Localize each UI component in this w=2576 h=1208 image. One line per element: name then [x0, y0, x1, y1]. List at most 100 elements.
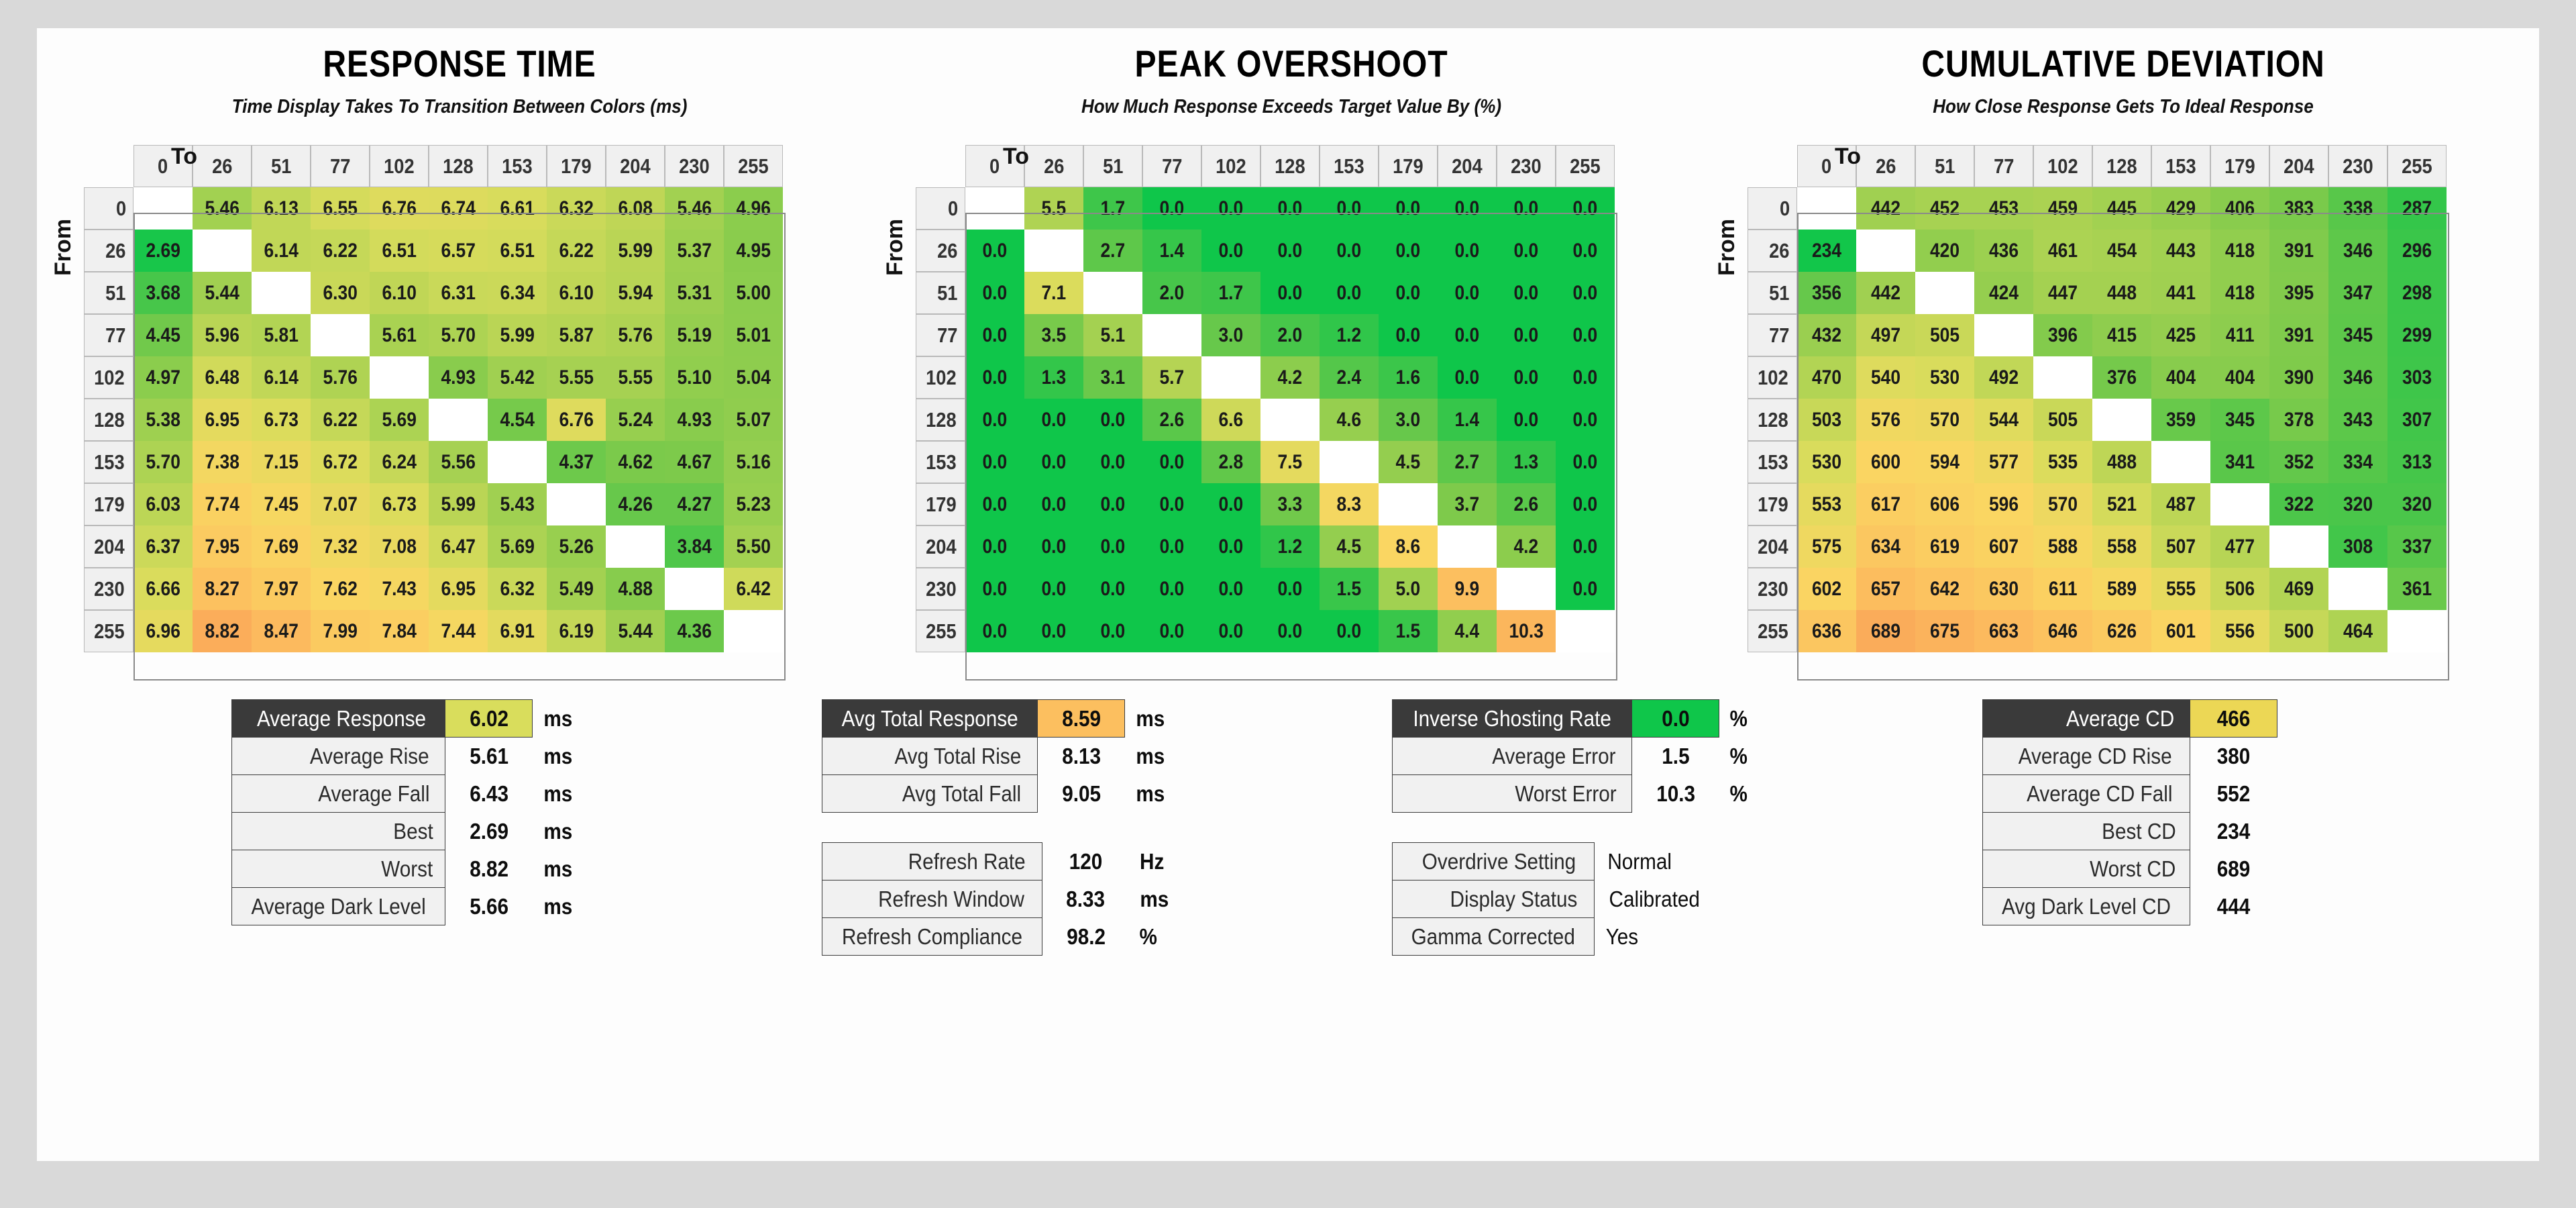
stat-table: Avg Total Response 8.59 ms Avg Total Rise 8.… — [821, 699, 1179, 813]
heatmap-peak-overshoot: To From 0 26 51 77 102 128 153 179 204 230 255 0 5.5… — [875, 144, 1707, 681]
heatmap-cell: 6.57 — [429, 230, 488, 272]
heatmap-col-header: 153 — [488, 145, 547, 187]
heatmap-cell: 607 — [1974, 525, 2033, 568]
heatmap-cell: 3.0 — [1201, 314, 1260, 356]
heatmap-cell: 7.15 — [252, 441, 311, 483]
heatmap-cell: 464 — [2328, 610, 2387, 652]
heatmap-cell: 415 — [2092, 314, 2151, 356]
heatmap-cell: 0.0 — [965, 399, 1024, 441]
panel-cumulative-deviation: CUMULATIVE DEVIATION How Close Response … — [1707, 28, 2539, 681]
heatmap-cell: 441 — [2151, 272, 2210, 314]
heatmap-cell: 345 — [2210, 399, 2269, 441]
heatmap-cell: 313 — [2387, 441, 2447, 483]
heatmap-cell: 6.73 — [252, 399, 311, 441]
stat-unit: ms — [543, 743, 573, 768]
heatmap-cell: 3.0 — [1379, 399, 1438, 441]
heatmap-cell: 0.0 — [965, 525, 1024, 568]
heatmap-cell: 3.68 — [133, 272, 193, 314]
heatmap-cell: 6.32 — [547, 187, 606, 230]
heatmap-cell: 1.2 — [1260, 525, 1320, 568]
heatmap-cell: 576 — [1856, 399, 1915, 441]
heatmap-row-header: 128 — [84, 399, 133, 441]
heatmap-cell: 1.3 — [1024, 356, 1083, 399]
heatmap-cell: 0.0 — [1201, 483, 1260, 525]
heatmap-cell: 0.0 — [1201, 610, 1260, 652]
heatmap-cell: 7.74 — [193, 483, 252, 525]
stat-row: Average Fall 6.43 ms — [231, 774, 586, 813]
heatmap-cell-diagonal — [2092, 399, 2151, 441]
heatmap-row-header: 230 — [916, 568, 965, 610]
heatmap-cell-diagonal — [133, 187, 193, 230]
heatmap-cell-diagonal — [1974, 314, 2033, 356]
stat-unit: ms — [543, 818, 573, 844]
heatmap-table: 0 26 51 77 102 128 153 179 204 230 255 0 5.46 6.13 6.5… — [84, 145, 783, 652]
heatmap-cell: 4.4 — [1438, 610, 1497, 652]
heatmap-cell-diagonal — [1142, 314, 1201, 356]
heatmap-cell: 5.46 — [193, 187, 252, 230]
heatmap-cell-diagonal — [488, 441, 547, 483]
stat-unit — [2277, 775, 2331, 813]
heatmap-col-header: 179 — [547, 145, 606, 187]
heatmap-col-header: 179 — [1379, 145, 1438, 187]
heatmap-cell: 500 — [2269, 610, 2328, 652]
heatmap-cell: 5.70 — [429, 314, 488, 356]
heatmap-cell: 4.6 — [1320, 399, 1379, 441]
heatmap-row: 26 2.69 6.14 6.22 6.51 6.57 6.51 6.22 5.99 5.37 4.… — [84, 230, 783, 272]
heatmap-row: 230 602 657 642 630 611 589 555 506 469 361 — [1748, 568, 2447, 610]
heatmap-cell: 492 — [1974, 356, 2033, 399]
stat-label: Avg Dark Level CD — [1982, 887, 2191, 925]
panel-subtitle-response-time: Time Display Takes To Transition Between… — [231, 96, 688, 117]
heatmap-col-header: 77 — [1974, 145, 2033, 187]
heatmap-row: 77 4.45 5.96 5.81 5.61 5.70 5.99 5.87 5.76 5.19 5.… — [84, 314, 783, 356]
stat-row: Refresh Compliance 98.2% — [821, 917, 1183, 956]
heatmap-cell: 425 — [2151, 314, 2210, 356]
panel-response-time: RESPONSE TIME Time Display Takes To Tran… — [37, 28, 875, 681]
heatmap-cell: 3.5 — [1024, 314, 1083, 356]
stat-label: Average CD Rise — [1982, 737, 2191, 775]
heatmap-cell: 0.0 — [1083, 568, 1142, 610]
heatmap-cell: 4.45 — [133, 314, 193, 356]
heatmap-cell: 5.49 — [547, 568, 606, 610]
heatmap-cell: 7.84 — [370, 610, 429, 652]
heatmap-cell: 663 — [1974, 610, 2033, 652]
heatmap-cell: 378 — [2269, 399, 2328, 441]
heatmap-cell: 447 — [2033, 272, 2092, 314]
heatmap-col-header: 230 — [665, 145, 724, 187]
heatmap-cell: 404 — [2151, 356, 2210, 399]
heatmap-cell-diagonal — [1260, 399, 1320, 441]
heatmap-cell: 535 — [2033, 441, 2092, 483]
heatmap-col-header: 102 — [1201, 145, 1260, 187]
heatmap-cell: 6.14 — [252, 230, 311, 272]
heatmap-cell: 6.30 — [311, 272, 370, 314]
stat-row: Gamma Corrected Yes — [1392, 917, 1748, 956]
heatmap-cell: 570 — [2033, 483, 2092, 525]
heatmap-row-header: 102 — [916, 356, 965, 399]
stat-value: 2.69 — [470, 818, 508, 844]
heatmap-cell: 0.0 — [1201, 568, 1260, 610]
heatmap-cell: 0.0 — [1556, 483, 1615, 525]
heatmap-cell-diagonal — [193, 230, 252, 272]
stat-row: Average Error 1.5% — [1392, 737, 1773, 775]
heatmap-cell-diagonal — [252, 272, 311, 314]
heatmap-cell: 0.0 — [1497, 314, 1556, 356]
heatmap-cell: 1.5 — [1379, 610, 1438, 652]
heatmap-cell: 5.10 — [665, 356, 724, 399]
heatmap-cell: 0.0 — [1320, 272, 1379, 314]
heatmap-cell: 0.0 — [1142, 610, 1201, 652]
heatmap-cell: 0.0 — [1438, 272, 1497, 314]
heatmap-cell: 0.0 — [1024, 441, 1083, 483]
heatmap-row-header: 230 — [84, 568, 133, 610]
heatmap-row: 51 3.68 5.44 6.30 6.10 6.31 6.34 6.10 5.94 5.31 5.… — [84, 272, 783, 314]
heatmap-cell: 1.6 — [1379, 356, 1438, 399]
summary-stats-row: Average Response 6.02 ms Average Rise 5.61 ms… — [37, 699, 2559, 956]
stat-label: Inverse Ghosting Rate — [1392, 699, 1633, 738]
heatmap-cell: 0.0 — [1379, 230, 1438, 272]
heatmap-cell: 602 — [1797, 568, 1856, 610]
stat-unit: % — [1729, 743, 1748, 768]
heatmap-cell: 0.0 — [1260, 272, 1320, 314]
stat-row: Average CD 466 — [1982, 699, 2331, 738]
stat-value: 380 — [2217, 743, 2251, 768]
heatmap-col-header: 102 — [2033, 145, 2092, 187]
heatmap-cell: 4.93 — [665, 399, 724, 441]
heatmap-cell: 459 — [2033, 187, 2092, 230]
